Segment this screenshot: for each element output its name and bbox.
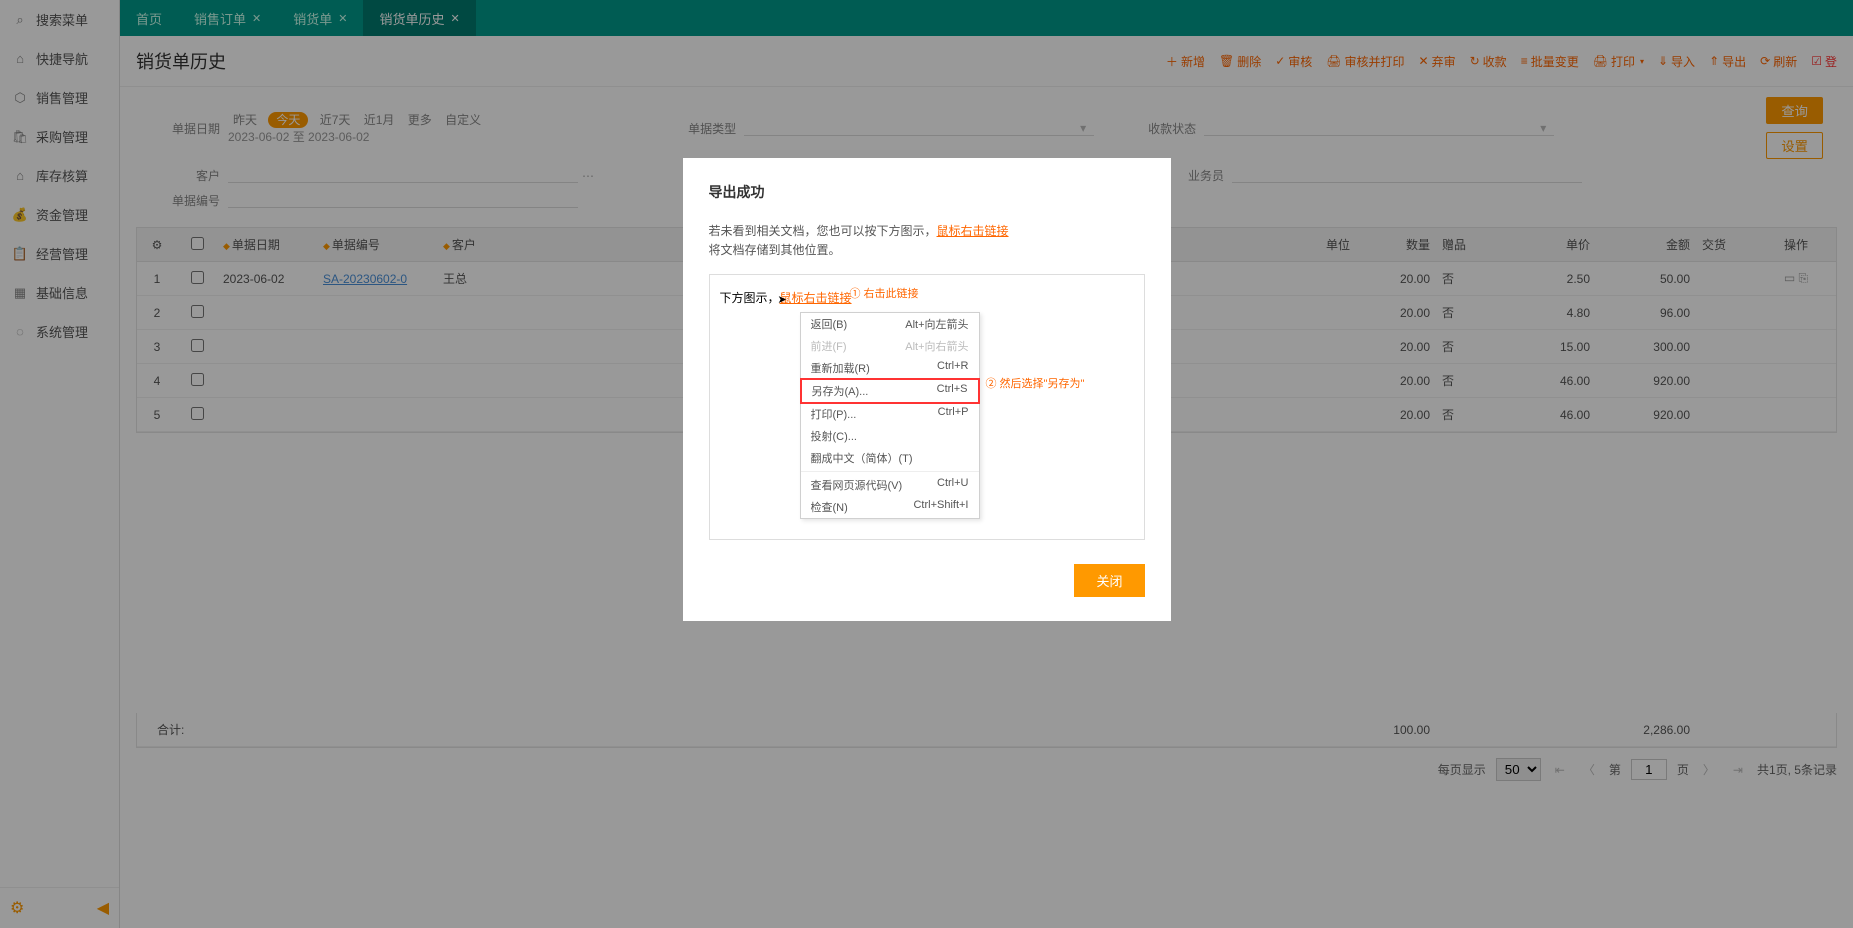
annotation-1: ① 右击此链接 <box>850 285 919 301</box>
modal-body-text: 若未看到相关文档，您也可以按下方图示，鼠标右击链接 将文档存储到其他位置。 <box>709 222 1145 260</box>
context-menu-item: 投射(C)... <box>801 425 979 447</box>
modal-footer: 关闭 <box>709 564 1145 597</box>
modal-instruction-image: 下方图示，鼠标右击链接 ➤ ① 右击此链接 ② 然后选择"另存为" 返回(B)A… <box>709 274 1145 540</box>
export-success-modal: 导出成功 若未看到相关文档，您也可以按下方图示，鼠标右击链接 将文档存储到其他位… <box>683 158 1171 621</box>
annotation-2: ② 然后选择"另存为" <box>986 375 1085 391</box>
modal-close-button[interactable]: 关闭 <box>1074 564 1144 597</box>
context-menu-item: 重新加载(R)Ctrl+R <box>801 357 979 379</box>
modal-link[interactable]: 鼠标右击链接 <box>937 224 1009 238</box>
context-menu-item: 另存为(A)...Ctrl+S <box>800 378 980 404</box>
context-menu-item: 检查(N)Ctrl+Shift+I <box>801 496 979 518</box>
modal-img-link: 鼠标右击链接 <box>780 291 852 305</box>
context-menu-item: 查看网页源代码(V)Ctrl+U <box>801 474 979 496</box>
cursor-icon: ➤ <box>778 293 787 306</box>
context-menu-illustration: 返回(B)Alt+向左箭头 前进(F)Alt+向右箭头 重新加载(R)Ctrl+… <box>800 312 980 519</box>
context-menu-item: 打印(P)...Ctrl+P <box>801 403 979 425</box>
context-menu-item: 返回(B)Alt+向左箭头 <box>801 313 979 335</box>
context-menu-item: 翻成中文（简体）(T) <box>801 447 979 469</box>
modal-title: 导出成功 <box>709 182 1145 202</box>
context-menu-item: 前进(F)Alt+向右箭头 <box>801 335 979 357</box>
